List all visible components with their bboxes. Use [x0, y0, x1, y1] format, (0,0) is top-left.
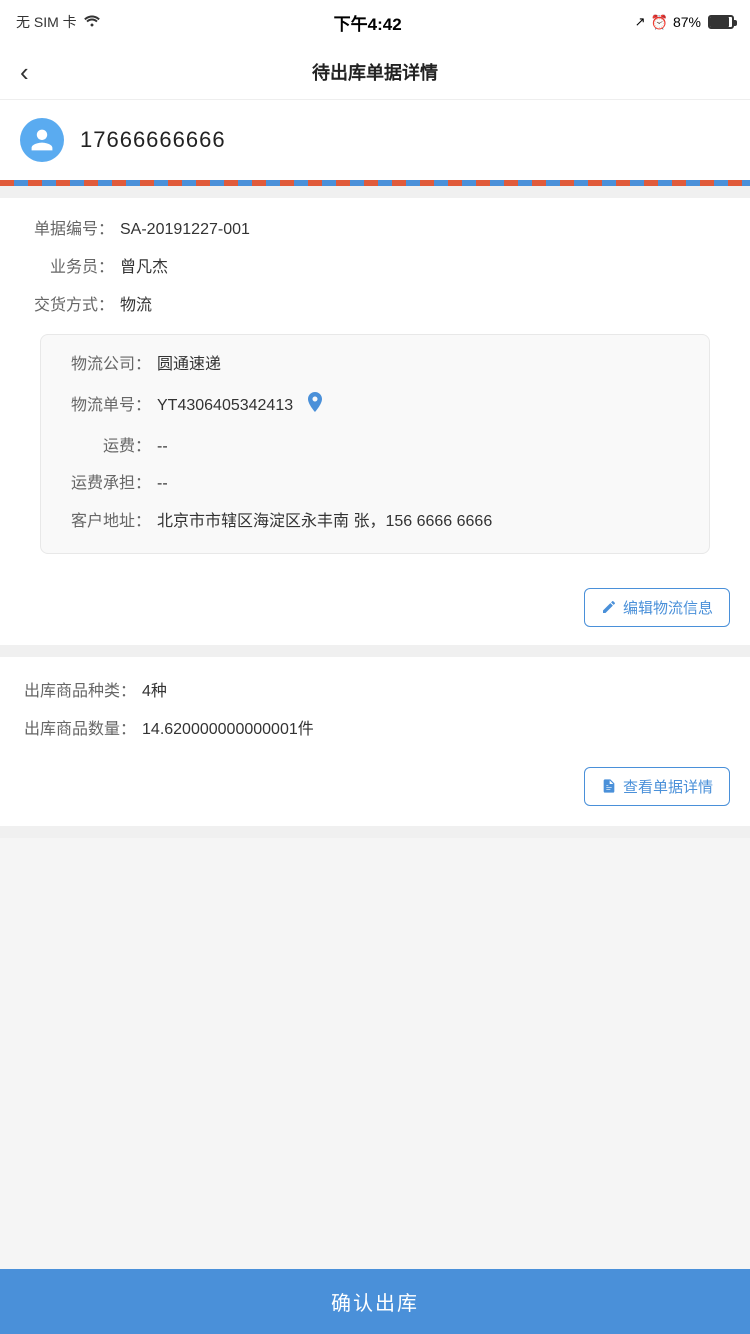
- product-quantity-label: 出库商品数量：: [24, 715, 136, 739]
- avatar: [20, 118, 64, 162]
- delivery-method-label: 交货方式：: [24, 294, 114, 318]
- document-number-label: 单据编号：: [24, 218, 114, 242]
- status-time: 下午4:42: [334, 10, 402, 35]
- edit-icon: [601, 599, 617, 615]
- product-types-value: 4种: [142, 677, 167, 701]
- address-row: 客户地址： 北京市市辖区海淀区永丰南 张，156 6666 6666: [61, 509, 689, 535]
- tracking-number-label: 物流单号：: [61, 394, 151, 418]
- map-pin-icon[interactable]: [303, 390, 327, 422]
- section-gap-1: [0, 186, 750, 198]
- document-icon: [601, 778, 617, 794]
- confirm-btn-wrapper: 确认出库: [0, 1269, 750, 1334]
- address-value: 北京市市辖区海淀区永丰南 张，156 6666 6666: [157, 509, 689, 535]
- product-types-label: 出库商品种类：: [24, 677, 136, 701]
- edit-logistics-label: 编辑物流信息: [623, 597, 713, 618]
- product-types-row: 出库商品种类： 4种: [24, 677, 726, 701]
- bottom-space: [0, 838, 750, 998]
- status-right: ↗ ⏰ 87%: [635, 14, 734, 31]
- logistics-company-row: 物流公司： 圆通速递: [61, 353, 689, 377]
- salesperson-row: 业务员： 曾凡杰: [24, 256, 726, 280]
- view-btn-wrapper: 查看单据详情: [0, 763, 750, 826]
- section-gap-2: [0, 645, 750, 657]
- outbound-card: 出库商品种类： 4种 出库商品数量： 14.620000000000001件: [0, 657, 750, 763]
- section-gap-3: [0, 826, 750, 838]
- battery-icon: [708, 15, 734, 29]
- freight-bearer-value: --: [157, 472, 689, 496]
- product-quantity-value: 14.620000000000001件: [142, 715, 314, 739]
- tracking-number-value: YT4306405342413: [157, 394, 293, 418]
- freight-bearer-row: 运费承担： --: [61, 472, 689, 496]
- sim-status: 无 SIM 卡: [16, 12, 77, 32]
- document-number-row: 单据编号： SA-20191227-001: [24, 218, 726, 242]
- alarm-icon: ⏰: [651, 14, 668, 31]
- logistics-company-label: 物流公司：: [61, 353, 151, 377]
- location-active-icon: ↗: [635, 14, 646, 30]
- address-label: 客户地址：: [61, 510, 151, 534]
- delivery-method-value: 物流: [120, 294, 726, 318]
- edit-btn-wrapper: 编辑物流信息: [0, 574, 750, 645]
- status-left: 无 SIM 卡: [16, 12, 101, 32]
- edit-logistics-button[interactable]: 编辑物流信息: [584, 588, 730, 627]
- page-title: 待出库单据详情: [312, 59, 438, 85]
- freight-value: --: [157, 435, 689, 459]
- product-quantity-row: 出库商品数量： 14.620000000000001件: [24, 715, 726, 739]
- basic-info-card: 单据编号： SA-20191227-001 业务员： 曾凡杰 交货方式： 物流 …: [0, 198, 750, 574]
- view-details-label: 查看单据详情: [623, 776, 713, 797]
- customer-phone: 17666666666: [80, 127, 226, 153]
- logistics-card: 物流公司： 圆通速递 物流单号： YT4306405342413 运费： -- …: [40, 334, 710, 554]
- salesperson-value: 曾凡杰: [120, 256, 726, 280]
- delivery-method-row: 交货方式： 物流: [24, 294, 726, 318]
- document-number-value: SA-20191227-001: [120, 218, 726, 242]
- salesperson-label: 业务员：: [24, 256, 114, 280]
- battery-level: 87%: [673, 14, 701, 30]
- customer-header: 17666666666: [0, 100, 750, 180]
- wifi-icon: [83, 13, 101, 32]
- freight-bearer-label: 运费承担：: [61, 472, 151, 496]
- nav-bar: ‹ 待出库单据详情: [0, 44, 750, 100]
- logistics-company-value: 圆通速递: [157, 353, 689, 377]
- status-bar: 无 SIM 卡 下午4:42 ↗ ⏰ 87%: [0, 0, 750, 44]
- freight-row: 运费： --: [61, 435, 689, 459]
- freight-label: 运费：: [61, 435, 151, 459]
- confirm-outbound-button[interactable]: 确认出库: [331, 1287, 419, 1316]
- tracking-value-group: YT4306405342413: [157, 390, 327, 422]
- view-details-button[interactable]: 查看单据详情: [584, 767, 730, 806]
- back-button[interactable]: ‹: [20, 59, 29, 85]
- tracking-number-row: 物流单号： YT4306405342413: [61, 390, 689, 422]
